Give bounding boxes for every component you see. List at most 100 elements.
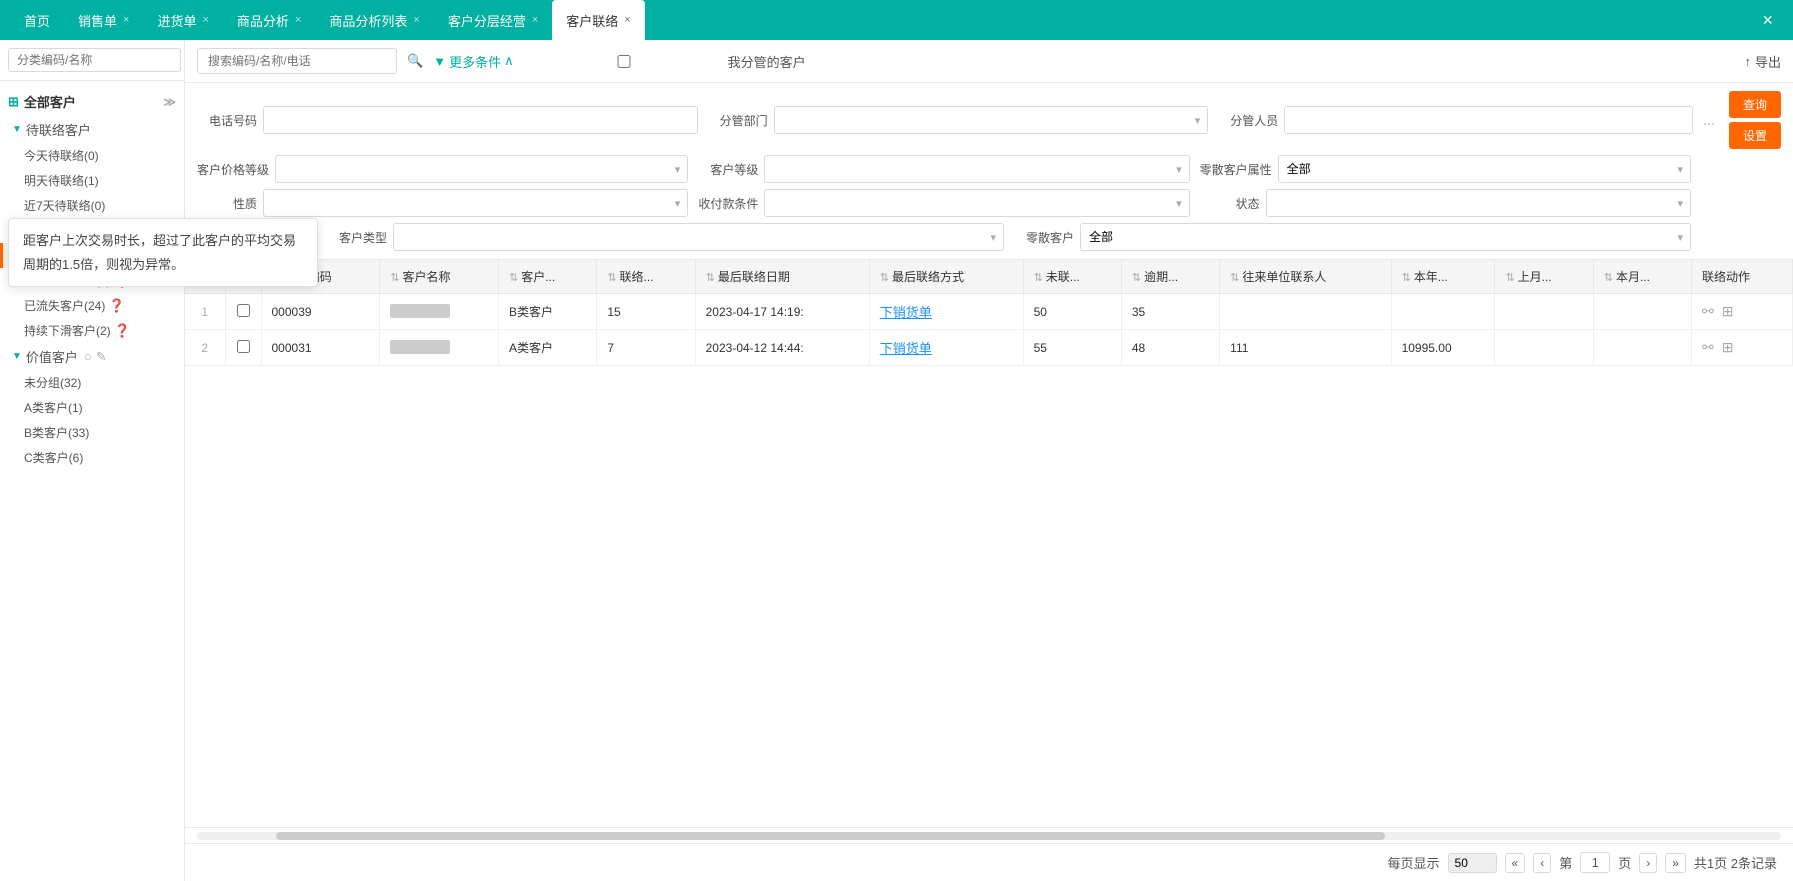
sidebar-group-pending[interactable]: ▼ 待联络客户 <box>0 116 184 143</box>
payment-select-wrapper <box>764 189 1189 217</box>
field-customer-type: 客户类型 <box>327 223 1004 251</box>
nav-item-purchase[interactable]: 进货单 × <box>143 0 222 40</box>
row-action-more-1[interactable]: ⊞ <box>1722 303 1734 320</box>
col-last-contact-method-header[interactable]: 最后联络方式 <box>869 260 1023 294</box>
nature-select[interactable] <box>263 189 688 217</box>
sidebar-search-container: 🔍 <box>0 40 184 81</box>
nav-item-product-list[interactable]: 商品分析列表 × <box>315 0 433 40</box>
row-index-1: 1 <box>185 294 225 330</box>
scrollbar-track[interactable] <box>197 832 1781 840</box>
customer-type-select-wrapper <box>393 223 1004 251</box>
row-checkbox-1[interactable] <box>237 304 250 317</box>
settings-button[interactable]: 设置 <box>1729 122 1781 149</box>
row-action-link-2[interactable]: ⚯ <box>1702 339 1714 356</box>
window-close-button[interactable]: × <box>1752 10 1783 31</box>
sidebar-item-tomorrow-pending[interactable]: 明天待联络(1) <box>0 168 184 193</box>
nav-close-sales[interactable]: × <box>123 14 129 26</box>
sidebar-all-customers[interactable]: ⊞ 全部客户 ≫ <box>0 87 184 116</box>
nav-close-product-analysis[interactable]: × <box>295 14 301 26</box>
row-check-1[interactable] <box>225 294 261 330</box>
price-level-select[interactable] <box>275 155 688 183</box>
sidebar-item-7day-pending[interactable]: 近7天待联络(0) <box>0 193 184 218</box>
col-contact-count-header[interactable]: 联络... <box>597 260 695 294</box>
first-page-button[interactable]: « <box>1505 853 1526 873</box>
col-overdue-header[interactable]: 逾期... <box>1121 260 1219 294</box>
export-button[interactable]: ↑ 导出 <box>1744 52 1781 71</box>
field-phone: 电话号码 <box>197 106 698 134</box>
sidebar-item-b-class[interactable]: B类客户(33) <box>0 420 184 445</box>
sidebar-item-today-pending[interactable]: 今天待联络(0) <box>0 143 184 168</box>
status-select[interactable] <box>1266 189 1691 217</box>
nav-close-purchase[interactable]: × <box>202 14 208 26</box>
row-last-method-1[interactable]: 下销货单 <box>869 294 1023 330</box>
query-button[interactable]: 查询 <box>1729 91 1781 118</box>
row-type-2: A类客户 <box>499 330 597 366</box>
row-check-2[interactable] <box>225 330 261 366</box>
customer-level-select[interactable] <box>764 155 1189 183</box>
row-checkbox-2[interactable] <box>237 340 250 353</box>
dept-select[interactable] <box>774 106 1209 134</box>
nav-item-home[interactable]: 首页 <box>10 0 64 40</box>
sidebar-item-churned[interactable]: 已流失客户(24) ❓ <box>0 293 184 318</box>
nav-close-customer-tier[interactable]: × <box>532 14 538 26</box>
row-code-1: 000039 <box>261 294 380 330</box>
nav-item-product-analysis[interactable]: 商品分析 × <box>223 0 315 40</box>
adv-filter-row-3: 性质 收付款条件 <box>197 189 1781 217</box>
my-customers-checkbox[interactable] <box>524 55 724 68</box>
sidebar-item-ungrouped[interactable]: 未分组(32) <box>0 370 184 395</box>
field-nature: 性质 <box>197 189 688 217</box>
last-page-button[interactable]: » <box>1665 853 1686 873</box>
col-type-header[interactable]: 客户... <box>499 260 597 294</box>
sidebar-item-a-class[interactable]: A类客户(1) <box>0 395 184 420</box>
nav-item-customer-contact[interactable]: 客户联络 × <box>552 0 644 40</box>
more-conditions-button[interactable]: ▼ 更多条件 ∧ <box>433 52 513 71</box>
sidebar-search-input[interactable] <box>8 48 181 72</box>
next-page-button[interactable]: › <box>1639 853 1657 873</box>
nav-item-sales[interactable]: 销售单 × <box>64 0 143 40</box>
arrow-icon-pending: ▼ <box>12 124 22 135</box>
row-last-method-2[interactable]: 下销货单 <box>869 330 1023 366</box>
col-name-header[interactable]: 客户名称 <box>380 260 499 294</box>
col-this-month-header[interactable]: 本月... <box>1593 260 1691 294</box>
row-action-link-1[interactable]: ⚯ <box>1702 303 1714 320</box>
col-current-year-header[interactable]: 本年... <box>1391 260 1495 294</box>
payment-select[interactable] <box>764 189 1189 217</box>
value-group-edit-icon[interactable]: ○ <box>84 349 92 364</box>
adv-filter-row-1: 电话号码 分管部门 分管人员 ... <box>197 91 1781 149</box>
phone-input[interactable] <box>263 106 698 134</box>
data-table-area[interactable]: ⚙ 客户编码 客户名称 客户... 联络... 最后联络日期 最后联络方式 未联… <box>185 260 1793 827</box>
manager-ellipsis[interactable]: ... <box>1699 112 1719 128</box>
field-price-level: 客户价格等级 <box>197 155 688 183</box>
scrollbar-thumb[interactable] <box>276 832 1385 840</box>
col-contact-person-header[interactable]: 往来单位联系人 <box>1220 260 1391 294</box>
col-uncontacted-header[interactable]: 未联... <box>1023 260 1121 294</box>
table-row: 2 000031 A类客户 7 2023-04-12 14:44: <box>185 330 1793 366</box>
col-last-contact-date-header[interactable]: 最后联络日期 <box>695 260 869 294</box>
prev-page-button[interactable]: ‹ <box>1533 853 1551 873</box>
sidebar-group-value[interactable]: ▼ 价值客户 ○ ✎ <box>0 343 184 370</box>
page-size-select[interactable]: 50 10 20 100 <box>1448 853 1497 873</box>
nav-close-customer-contact[interactable]: × <box>624 14 630 26</box>
sidebar-collapse-button[interactable]: ≫ <box>163 95 176 109</box>
nav-item-customer-tier[interactable]: 客户分层经营 × <box>434 0 552 40</box>
horizontal-scrollbar[interactable] <box>185 827 1793 843</box>
sidebar-item-declining[interactable]: 持续下滑客户(2) ❓ <box>0 318 184 343</box>
col-last-month-header[interactable]: 上月... <box>1495 260 1593 294</box>
manager-input[interactable] <box>1284 106 1693 134</box>
page-suffix: 页 <box>1618 853 1631 872</box>
search-input[interactable] <box>197 48 397 74</box>
page-size-label: 每页显示 <box>1388 853 1440 872</box>
retail-customer-select[interactable]: 全部 <box>1080 223 1691 251</box>
row-action-more-2[interactable]: ⊞ <box>1722 339 1734 356</box>
search-icon[interactable]: 🔍 <box>407 53 423 69</box>
field-retail-attr: 零散客户属性 全部 <box>1200 155 1691 183</box>
field-retail-customer: 零散客户 全部 <box>1014 223 1691 251</box>
nav-close-product-list[interactable]: × <box>413 14 419 26</box>
value-group-config-icon[interactable]: ✎ <box>96 349 107 365</box>
customer-type-select[interactable] <box>393 223 1004 251</box>
method-link-1[interactable]: 下销货单 <box>880 305 932 320</box>
retail-attr-select[interactable]: 全部 <box>1278 155 1691 183</box>
method-link-2[interactable]: 下销货单 <box>880 341 932 356</box>
sidebar-item-c-class[interactable]: C类客户(6) <box>0 445 184 470</box>
row-overdue-1: 35 <box>1121 294 1219 330</box>
